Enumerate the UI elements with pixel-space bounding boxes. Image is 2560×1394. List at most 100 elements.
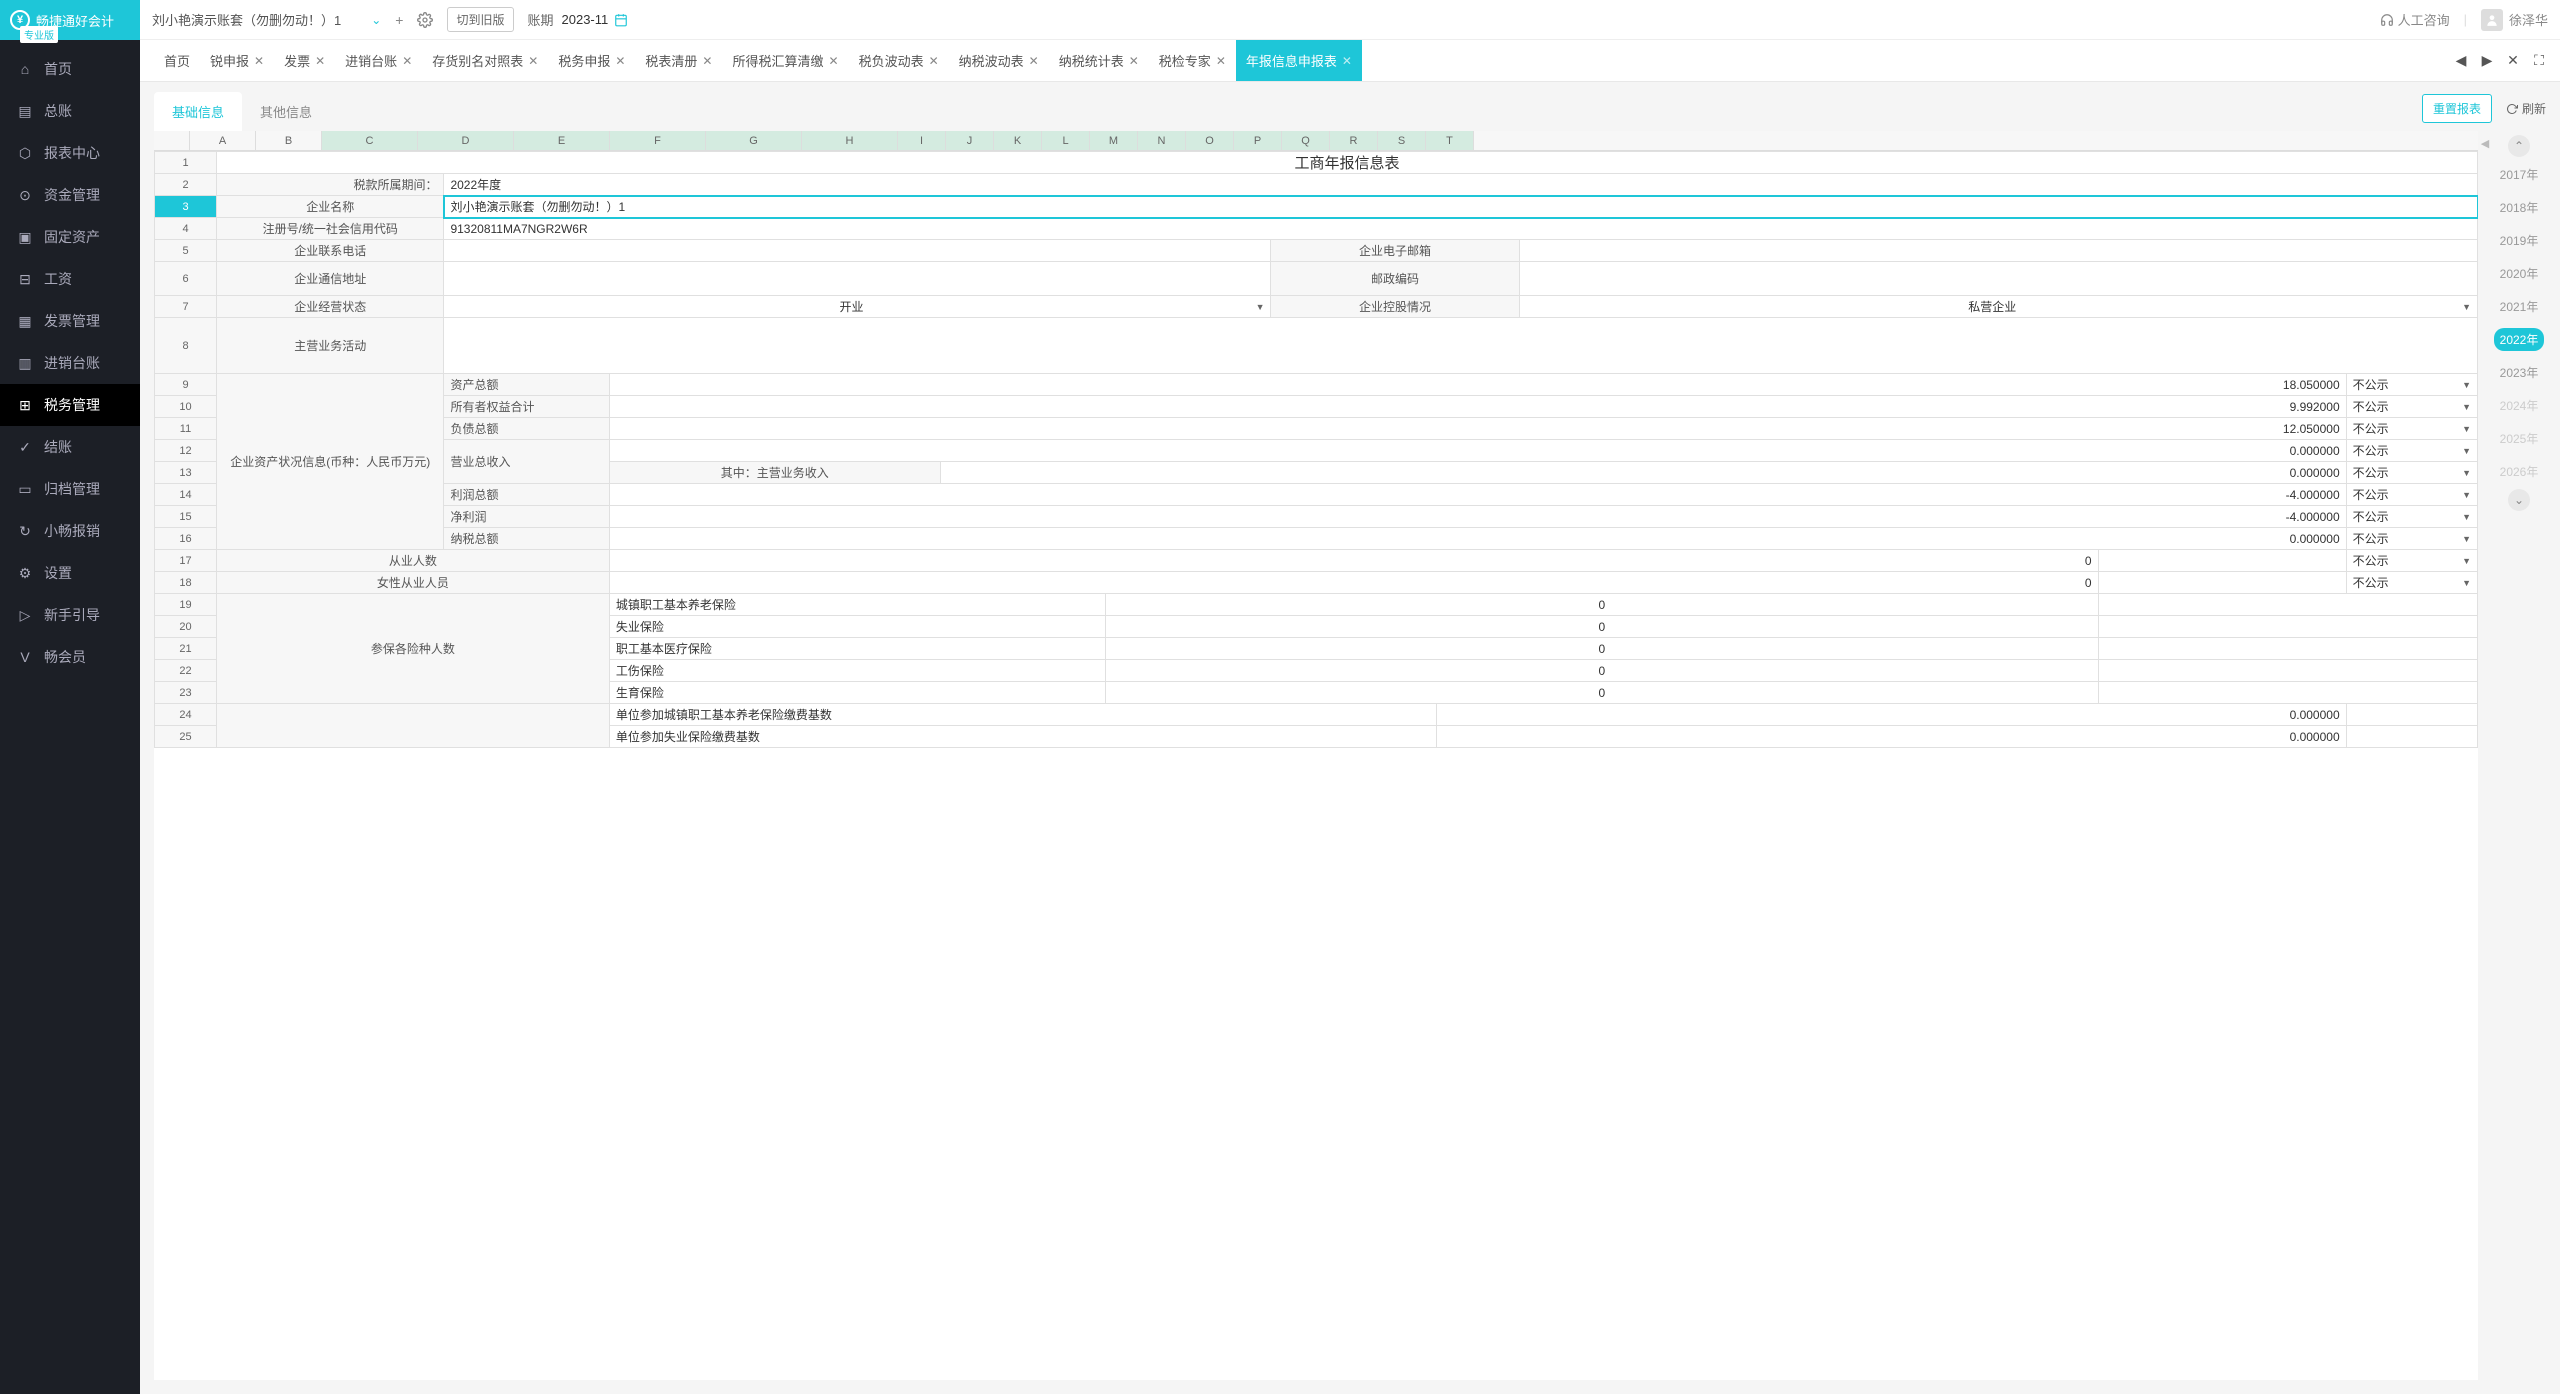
add-account-button[interactable]: + <box>395 12 403 28</box>
sidebar-item-4[interactable]: ▣固定资产 <box>0 216 140 258</box>
year-scroll-up[interactable]: ⌃ <box>2508 135 2530 157</box>
sidebar-item-3[interactable]: ⊙资金管理 <box>0 174 140 216</box>
tab-6[interactable]: 税表清册✕ <box>635 40 722 81</box>
sidebar-item-2[interactable]: ⬡报表中心 <box>0 132 140 174</box>
sidebar-item-8[interactable]: ⊞税务管理 <box>0 384 140 426</box>
tab-3[interactable]: 进销台账✕ <box>335 40 422 81</box>
close-all-tabs[interactable]: ✕ <box>2500 48 2526 74</box>
sidebar-item-9[interactable]: ✓结账 <box>0 426 140 468</box>
col-header-F[interactable]: F <box>610 131 706 150</box>
year-option[interactable]: 2017年 <box>2494 163 2545 186</box>
close-icon[interactable]: ✕ <box>402 54 412 68</box>
sidebar-item-12[interactable]: ⚙设置 <box>0 552 140 594</box>
sidebar-item-label: 进销台账 <box>44 353 100 373</box>
col-header-A[interactable]: A <box>190 131 256 150</box>
tab-0[interactable]: 首页 <box>154 40 200 81</box>
col-header-I[interactable]: I <box>898 131 946 150</box>
sidebar-item-5[interactable]: ⊟ 工资 <box>0 258 140 300</box>
tab-5[interactable]: 税务申报✕ <box>548 40 635 81</box>
tab-10[interactable]: 纳税统计表✕ <box>1049 40 1149 81</box>
sidebar-item-14[interactable]: V畅会员 <box>0 636 140 678</box>
close-icon[interactable]: ✕ <box>315 54 325 68</box>
year-option[interactable]: 2022年 <box>2494 328 2545 351</box>
subtab-other[interactable]: 其他信息 <box>242 92 330 131</box>
sidebar-item-11[interactable]: ↻小畅报销 <box>0 510 140 552</box>
close-icon[interactable]: ✕ <box>615 54 625 68</box>
col-header-E[interactable]: E <box>514 131 610 150</box>
tab-2[interactable]: 发票✕ <box>274 40 335 81</box>
tab-scroll-right[interactable]: ▶ <box>2474 48 2500 74</box>
account-selector[interactable]: 刘小艳演示账套（勿删勿动！）1 ⌄ <box>152 10 381 29</box>
switch-old-version-button[interactable]: 切到旧版 <box>447 7 513 32</box>
year-option[interactable]: 2024年 <box>2494 394 2545 417</box>
close-icon[interactable]: ✕ <box>528 54 538 68</box>
col-header-Q[interactable]: Q <box>1282 131 1330 150</box>
col-header-G[interactable]: G <box>706 131 802 150</box>
close-icon[interactable]: ✕ <box>829 54 839 68</box>
col-header-P[interactable]: P <box>1234 131 1282 150</box>
tab-11[interactable]: 税检专家✕ <box>1149 40 1236 81</box>
col-header-S[interactable]: S <box>1378 131 1426 150</box>
sidebar-item-1[interactable]: ▤总账 <box>0 90 140 132</box>
col-header-D[interactable]: D <box>418 131 514 150</box>
col-header-K[interactable]: K <box>994 131 1042 150</box>
year-panel-collapse[interactable]: ◀ <box>2478 131 2492 1380</box>
holding-select[interactable]: 私营企业 <box>1519 296 2477 318</box>
refresh-button[interactable]: 刷新 <box>2506 100 2546 117</box>
sidebar-item-6[interactable]: ▦发票管理 <box>0 300 140 342</box>
col-header-J[interactable]: J <box>946 131 994 150</box>
chevron-down-icon: ⌄ <box>371 13 381 27</box>
sidebar-item-13[interactable]: ▷新手引导 <box>0 594 140 636</box>
close-icon[interactable]: ✕ <box>702 54 712 68</box>
nav-icon: ⊟ <box>16 270 34 288</box>
close-icon[interactable]: ✕ <box>1029 54 1039 68</box>
col-header-R[interactable]: R <box>1330 131 1378 150</box>
close-icon[interactable]: ✕ <box>1342 54 1352 68</box>
consult-link[interactable]: 人工咨询 <box>2380 10 2450 29</box>
subtab-basic[interactable]: 基础信息 <box>154 92 242 131</box>
user-menu[interactable]: 徐泽华 <box>2481 9 2548 31</box>
col-header-N[interactable]: N <box>1138 131 1186 150</box>
reset-report-button[interactable]: 重置报表 <box>2422 94 2492 123</box>
sidebar-item-label: 工资 <box>44 269 72 289</box>
col-header-M[interactable]: M <box>1090 131 1138 150</box>
year-option[interactable]: 2018年 <box>2494 196 2545 219</box>
disclose-select[interactable]: 不公示 <box>2346 374 2477 396</box>
col-header-L[interactable]: L <box>1042 131 1090 150</box>
calendar-icon[interactable] <box>614 13 628 27</box>
year-option[interactable]: 2023年 <box>2494 361 2545 384</box>
year-option[interactable]: 2025年 <box>2494 427 2545 450</box>
sheet-title: 工商年报信息表 <box>217 152 2478 174</box>
tab-scroll-left[interactable]: ◀ <box>2448 48 2474 74</box>
col-header-C[interactable]: C <box>322 131 418 150</box>
grid-body[interactable]: 1工商年报信息表 2税款所属期间：2022年度 3企业名称刘小艳演示账套（勿删勿… <box>154 151 2478 1380</box>
headset-icon <box>2380 13 2394 27</box>
tab-9[interactable]: 纳税波动表✕ <box>949 40 1049 81</box>
close-icon[interactable]: ✕ <box>254 54 264 68</box>
col-header-H[interactable]: H <box>802 131 898 150</box>
sidebar-item-0[interactable]: ⌂首页 <box>0 48 140 90</box>
year-option[interactable]: 2019年 <box>2494 229 2545 252</box>
settings-icon[interactable] <box>417 12 433 28</box>
tab-4[interactable]: 存货别名对照表✕ <box>422 40 548 81</box>
sidebar-item-10[interactable]: ▭归档管理 <box>0 468 140 510</box>
tab-8[interactable]: 税负波动表✕ <box>849 40 949 81</box>
company-name-cell[interactable]: 刘小艳演示账套（勿删勿动！）1 <box>444 196 2478 218</box>
year-option[interactable]: 2026年 <box>2494 460 2545 483</box>
tab-12[interactable]: 年报信息申报表✕ <box>1236 40 1362 81</box>
col-header-O[interactable]: O <box>1186 131 1234 150</box>
close-icon[interactable]: ✕ <box>1129 54 1139 68</box>
year-scroll-down[interactable]: ⌄ <box>2508 489 2530 511</box>
year-option[interactable]: 2021年 <box>2494 295 2545 318</box>
tab-7[interactable]: 所得税汇算清缴✕ <box>722 40 848 81</box>
close-icon[interactable]: ✕ <box>1216 54 1226 68</box>
tab-1[interactable]: 锐申报✕ <box>200 40 274 81</box>
year-option[interactable]: 2020年 <box>2494 262 2545 285</box>
fullscreen-icon[interactable]: ⛶ <box>2526 48 2552 74</box>
sidebar-item-label: 小畅报销 <box>44 521 100 541</box>
col-header-T[interactable]: T <box>1426 131 1474 150</box>
col-header-B[interactable]: B <box>256 131 322 150</box>
sidebar-item-7[interactable]: ▥进销台账 <box>0 342 140 384</box>
close-icon[interactable]: ✕ <box>929 54 939 68</box>
business-status-select[interactable]: 开业 <box>444 296 1271 318</box>
